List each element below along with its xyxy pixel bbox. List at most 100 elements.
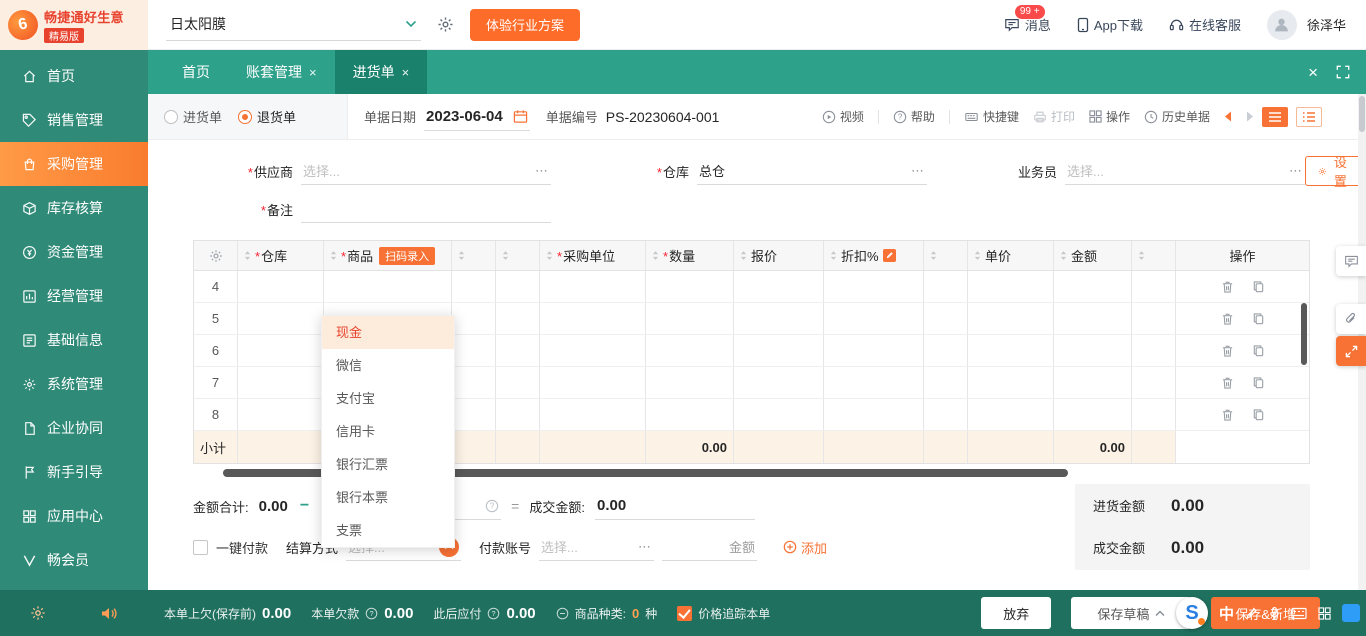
- grid-cell[interactable]: [1132, 399, 1176, 430]
- trial-industry-plan-button[interactable]: 体验行业方案: [470, 8, 581, 41]
- sort-icon[interactable]: [930, 250, 937, 261]
- sidebar-item-inventory[interactable]: 库存核算: [0, 186, 148, 230]
- grid-cell[interactable]: [238, 399, 324, 430]
- grid-cell[interactable]: [496, 367, 540, 398]
- grid-cell[interactable]: [924, 271, 968, 302]
- close-tab-icon[interactable]: ×: [1308, 64, 1318, 81]
- question-circle-icon[interactable]: ?: [487, 607, 500, 620]
- question-circle-icon[interactable]: ?: [365, 607, 378, 620]
- column-header-1[interactable]: *仓库: [238, 241, 324, 270]
- grid-cell[interactable]: [238, 271, 324, 302]
- grid-cell[interactable]: [734, 303, 824, 334]
- sidebar-item-guide[interactable]: 新手引导: [0, 450, 148, 494]
- grid-cell[interactable]: [734, 367, 824, 398]
- row-actions[interactable]: [1176, 271, 1309, 302]
- microphone-icon[interactable]: [1269, 606, 1280, 621]
- taskbar-app-icon[interactable]: [1342, 604, 1360, 622]
- column-header-11[interactable]: 金额: [1054, 241, 1132, 270]
- payment-method-option[interactable]: 现金: [322, 316, 454, 349]
- grid-cell[interactable]: [924, 303, 968, 334]
- grid-cell[interactable]: [734, 271, 824, 302]
- column-header-2[interactable]: *商品 扫码录入: [324, 241, 452, 270]
- history-button[interactable]: 历史单据: [1144, 108, 1210, 125]
- column-header-actions[interactable]: 操作: [1176, 241, 1309, 270]
- print-button[interactable]: 打印: [1033, 108, 1075, 125]
- grid-cell[interactable]: [924, 367, 968, 398]
- grid-cell[interactable]: [646, 271, 734, 302]
- payment-account-select[interactable]: 选择... ⋯: [539, 533, 655, 561]
- toolbox-icon[interactable]: [1318, 606, 1331, 620]
- grid-cell[interactable]: [540, 335, 646, 366]
- column-header-7[interactable]: 报价: [734, 241, 824, 270]
- column-header-3[interactable]: [452, 241, 496, 270]
- grid-cell[interactable]: [968, 335, 1054, 366]
- sidebar-item-sales[interactable]: 销售管理: [0, 98, 148, 142]
- grid-cell[interactable]: [238, 335, 324, 366]
- settings-button[interactable]: 设置: [1305, 155, 1363, 189]
- grid-cell[interactable]: [968, 271, 1054, 302]
- supplier-select[interactable]: 选择... ⋯: [301, 157, 551, 185]
- question-circle-icon[interactable]: ?: [485, 499, 499, 513]
- help-button[interactable]: ? 帮助: [893, 108, 935, 125]
- tab-home[interactable]: 首页: [164, 50, 228, 94]
- delete-row-icon[interactable]: [1221, 344, 1234, 358]
- grid-cell[interactable]: [1132, 335, 1176, 366]
- grid-cell[interactable]: [324, 271, 452, 302]
- grid-cell[interactable]: [924, 335, 968, 366]
- grid-cell[interactable]: [968, 367, 1054, 398]
- sort-icon[interactable]: [330, 250, 337, 261]
- grid-cell[interactable]: [1132, 271, 1176, 302]
- shortcuts-button[interactable]: 快捷键: [964, 108, 1019, 125]
- grid-cell[interactable]: [540, 271, 646, 302]
- app-logo[interactable]: 6 畅捷通好生意 精易版: [0, 0, 148, 50]
- expand-float-button[interactable]: [1336, 336, 1366, 366]
- next-doc-arrow-icon[interactable]: [1246, 111, 1254, 122]
- grid-cell[interactable]: [496, 303, 540, 334]
- grid-cell[interactable]: [646, 335, 734, 366]
- avatar[interactable]: [1266, 9, 1297, 40]
- online-service-button[interactable]: 在线客服: [1169, 15, 1241, 34]
- speaker-icon[interactable]: [100, 606, 118, 621]
- grid-cell[interactable]: [1054, 303, 1132, 334]
- grid-cell[interactable]: [824, 335, 924, 366]
- save-draft-button[interactable]: 保存草稿: [1071, 597, 1192, 629]
- sort-icon[interactable]: [546, 250, 553, 261]
- tab-close-icon[interactable]: ×: [402, 65, 410, 80]
- operations-button[interactable]: 操作: [1089, 108, 1130, 125]
- grid-cell[interactable]: [734, 335, 824, 366]
- ime-mode-indicator[interactable]: 中: [1219, 603, 1234, 624]
- column-header-5[interactable]: *采购单位: [540, 241, 646, 270]
- delete-row-icon[interactable]: [1221, 312, 1234, 326]
- grid-cell[interactable]: [540, 367, 646, 398]
- sort-icon[interactable]: [244, 250, 251, 261]
- page-scrollbar[interactable]: [1359, 96, 1365, 132]
- grid-cell[interactable]: [1054, 335, 1132, 366]
- more-icon[interactable]: ⋯: [911, 163, 925, 179]
- radio-return-order[interactable]: 退货单: [238, 107, 296, 126]
- grid-cell[interactable]: [1132, 367, 1176, 398]
- grid-cell[interactable]: [452, 271, 496, 302]
- sidebar-item-app-center[interactable]: 应用中心: [0, 494, 148, 538]
- one-click-pay-checkbox[interactable]: [193, 539, 208, 555]
- attachment-float-button[interactable]: [1336, 304, 1366, 334]
- grid-cell[interactable]: [452, 367, 496, 398]
- add-payment-row-button[interactable]: 添加: [783, 538, 827, 557]
- grid-cell[interactable]: [496, 335, 540, 366]
- grid-cell[interactable]: [496, 399, 540, 430]
- copy-row-icon[interactable]: [1252, 344, 1265, 358]
- sidebar-item-system[interactable]: 系统管理: [0, 362, 148, 406]
- messages-button[interactable]: 99 + 消息: [1004, 4, 1051, 34]
- grid-cell[interactable]: [452, 399, 496, 430]
- tab-account-books[interactable]: 账套管理 ×: [228, 50, 335, 94]
- payment-method-option[interactable]: 支付宝: [322, 382, 454, 415]
- pen-icon[interactable]: [1245, 607, 1258, 620]
- sort-icon[interactable]: [740, 250, 747, 261]
- date-picker[interactable]: 2023-06-04: [424, 103, 530, 131]
- grid-cell[interactable]: [1054, 367, 1132, 398]
- sort-icon[interactable]: [974, 250, 981, 261]
- column-header-9[interactable]: [924, 241, 968, 270]
- sidebar-item-business[interactable]: 经营管理: [0, 274, 148, 318]
- payment-method-option[interactable]: 支票: [322, 514, 454, 547]
- table-row[interactable]: 4: [194, 271, 1309, 303]
- grid-cell[interactable]: [824, 367, 924, 398]
